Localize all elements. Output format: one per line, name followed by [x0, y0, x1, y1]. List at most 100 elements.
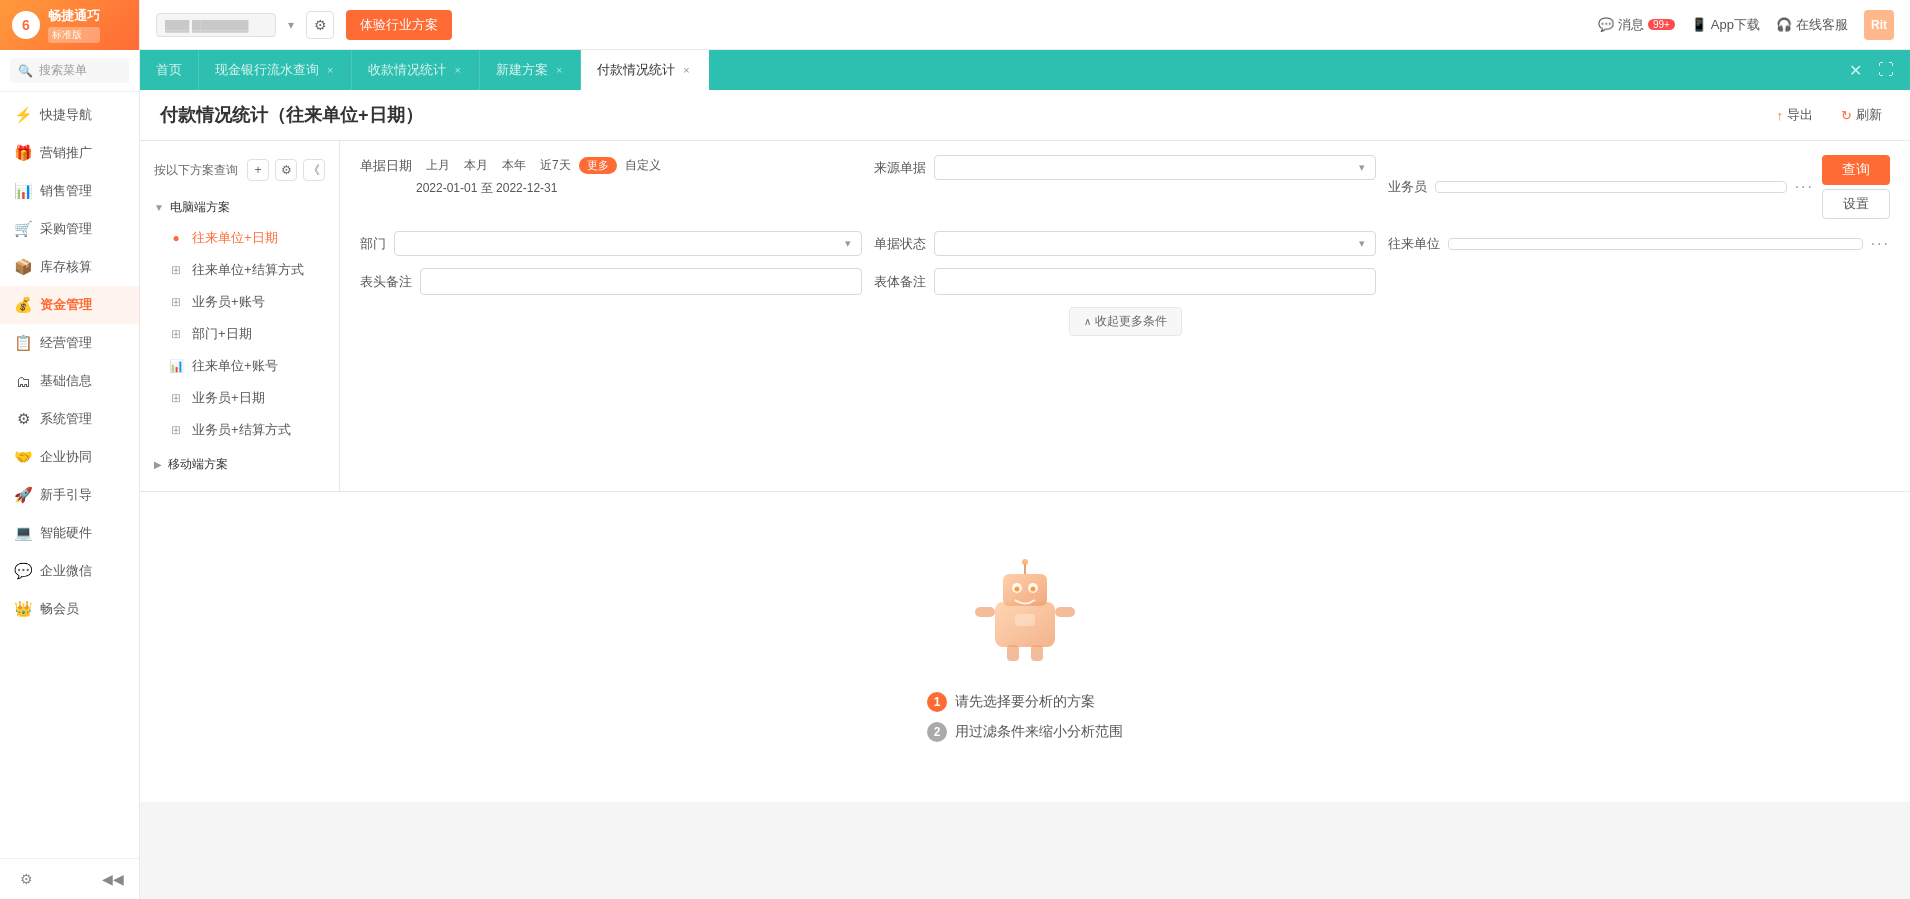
sidebar-item-sales[interactable]: 📊 销售管理 [0, 172, 139, 210]
sidebar-item-basic[interactable]: 🗂 基础信息 [0, 362, 139, 400]
sidebar-item-marketing[interactable]: 🎁 营销推广 [0, 134, 139, 172]
scheme-item-staff-settle[interactable]: ⊞ 业务员+结算方式 [140, 414, 339, 446]
sidebar-item-operation[interactable]: 📋 经营管理 [0, 324, 139, 362]
scheme-item-dept-date[interactable]: ⊞ 部门+日期 [140, 318, 339, 350]
empty-step-1: 1 请先选择要分析的方案 [927, 692, 1123, 712]
scheme-collapse-btn[interactable]: 《 [303, 159, 325, 181]
header-note-input[interactable] [420, 268, 862, 295]
sidebar-item-weixin[interactable]: 💬 企业微信 [0, 552, 139, 590]
query-btn[interactable]: 查询 [1822, 155, 1890, 185]
sidebar-item-guide[interactable]: 🚀 新手引导 [0, 476, 139, 514]
scheme-item-partner-settle[interactable]: ⊞ 往来单位+结算方式 [140, 254, 339, 286]
date-7days-btn[interactable]: 近7天 [534, 155, 577, 176]
desktop-scheme-title[interactable]: ▼ 电脑端方案 [140, 193, 339, 222]
dept-select[interactable]: ▾ [394, 231, 862, 256]
mobile-scheme-title[interactable]: ▶ 移动端方案 [140, 450, 339, 479]
export-btn[interactable]: ↑ 导出 [1769, 102, 1822, 128]
tab-home[interactable]: 首页 [140, 50, 199, 90]
export-label: 导出 [1787, 106, 1813, 124]
sidebar-item-quick-nav[interactable]: ⚡ 快捷导航 [0, 96, 139, 134]
sidebar-item-stock[interactable]: 📦 库存核算 [0, 248, 139, 286]
filter-settings-btn[interactable]: 设置 [1822, 189, 1890, 219]
settings-icon: ⚙ [281, 163, 292, 177]
add-scheme-btn[interactable]: + [247, 159, 269, 181]
header-settings-btn[interactable]: ⚙ [306, 11, 334, 39]
app-download-btn[interactable]: 📱 App下载 [1691, 16, 1760, 34]
sales-icon: 📊 [14, 182, 32, 200]
sidebar-search-area[interactable]: 🔍 搜索菜单 [0, 50, 139, 92]
tab-new-scheme[interactable]: 新建方案 × [480, 50, 581, 90]
tab-expand-btn[interactable]: ⛶ [1874, 57, 1898, 83]
tab-cash-flow-close[interactable]: × [325, 62, 335, 78]
online-service-btn[interactable]: 🎧 在线客服 [1776, 16, 1848, 34]
filter-row-2: 部门 ▾ 单据状态 ▾ [360, 231, 1890, 256]
sidebar-item-label: 销售管理 [40, 182, 92, 200]
date-more-btn[interactable]: 更多 [579, 157, 617, 174]
scheme-table-icon: ⊞ [168, 262, 184, 278]
docstatus-select[interactable]: ▾ [934, 231, 1376, 256]
mobile-scheme-label: 移动端方案 [168, 456, 228, 473]
sidebar-item-collab[interactable]: 🤝 企业协同 [0, 438, 139, 476]
staff-select[interactable] [1435, 181, 1787, 193]
body-note-label: 表体备注 [874, 273, 926, 291]
page-header: 付款情况统计（往来单位+日期） ↑ 导出 ↻ 刷新 [140, 90, 1910, 141]
scheme-item-staff-date[interactable]: ⊞ 业务员+日期 [140, 382, 339, 414]
sidebar-item-label: 快捷导航 [40, 106, 92, 124]
filter-sidebar-header-left: 按以下方案查询 [154, 162, 238, 179]
sidebar-item-hardware[interactable]: 💻 智能硬件 [0, 514, 139, 552]
sidebar-item-finance[interactable]: 💰 资金管理 [0, 286, 139, 324]
search-menu-btn[interactable]: 🔍 搜索菜单 [10, 58, 129, 83]
logo-badge: 标准版 [48, 27, 100, 43]
empty-step-2-text: 用过滤条件来缩小分析范围 [955, 723, 1123, 741]
tab-cash-flow[interactable]: 现金银行流水查询 × [199, 50, 352, 90]
user-avatar[interactable]: Rit [1864, 10, 1894, 40]
tab-receipt-stats[interactable]: 收款情况统计 × [352, 50, 479, 90]
system-icon: ⚙ [14, 410, 32, 428]
footer-collapse-btn[interactable]: ◀◀ [101, 867, 125, 891]
top-header: ▓▓▓ ▓▓▓▓▓▓▓ ▾ ⚙ 体验行业方案 💬 消息 99+ 📱 App下载 … [140, 0, 1910, 50]
partner-select[interactable] [1448, 238, 1863, 250]
search-menu-label: 搜索菜单 [39, 62, 87, 79]
date-this-month-btn[interactable]: 本月 [458, 155, 494, 176]
experience-btn[interactable]: 体验行业方案 [346, 10, 452, 40]
messages-btn[interactable]: 💬 消息 99+ [1598, 16, 1675, 34]
svg-rect-8 [975, 607, 995, 617]
tab-payment-stats-close[interactable]: × [681, 62, 691, 78]
header-dropdown-btn[interactable]: ▾ [288, 18, 294, 32]
sidebar-item-system[interactable]: ⚙ 系统管理 [0, 400, 139, 438]
tab-payment-stats-label: 付款情况统计 [597, 61, 675, 79]
page-title: 付款情况统计（往来单位+日期） [160, 103, 423, 127]
staff-dots-btn[interactable]: ··· [1795, 178, 1814, 196]
footer-settings-btn[interactable]: ⚙ [14, 867, 38, 891]
scheme-settings-btn[interactable]: ⚙ [275, 159, 297, 181]
source-select[interactable]: ▾ [934, 155, 1376, 180]
sidebar-item-member[interactable]: 👑 畅会员 [0, 590, 139, 628]
messages-badge: 99+ [1648, 19, 1675, 30]
date-last-month-btn[interactable]: 上月 [420, 155, 456, 176]
tab-close-btn[interactable]: ✕ [1845, 57, 1866, 84]
sidebar-item-purchase[interactable]: 🛒 采购管理 [0, 210, 139, 248]
scheme-item-partner-account[interactable]: 📊 往来单位+账号 [140, 350, 339, 382]
tab-payment-stats[interactable]: 付款情况统计 × [581, 50, 708, 90]
scheme-item-label: 往来单位+账号 [192, 357, 278, 375]
refresh-btn[interactable]: ↻ 刷新 [1833, 102, 1890, 128]
date-custom-btn[interactable]: 自定义 [619, 155, 667, 176]
scheme-item-partner-date[interactable]: ● 往来单位+日期 [140, 222, 339, 254]
sidebar-item-label: 新手引导 [40, 486, 92, 504]
body-note-input[interactable] [934, 268, 1376, 295]
date-range-display: 2022-01-01 至 2022-12-31 [416, 180, 862, 197]
sidebar-logo: 6 畅捷通巧 标准版 [0, 0, 139, 50]
date-this-year-btn[interactable]: 本年 [496, 155, 532, 176]
svg-point-7 [1022, 559, 1028, 565]
dept-label: 部门 [360, 235, 386, 253]
main-content: ▓▓▓ ▓▓▓▓▓▓▓ ▾ ⚙ 体验行业方案 💬 消息 99+ 📱 App下载 … [140, 0, 1910, 899]
app-icon: 📱 [1691, 17, 1707, 32]
tab-bar: 首页 现金银行流水查询 × 收款情况统计 × 新建方案 × 付款情况统计 × ✕… [140, 50, 1910, 90]
collapse-conditions-btn[interactable]: ∧ 收起更多条件 [1069, 307, 1182, 336]
scheme-item-staff-account[interactable]: ⊞ 业务员+账号 [140, 286, 339, 318]
tab-new-scheme-close[interactable]: × [554, 62, 564, 78]
purchase-icon: 🛒 [14, 220, 32, 238]
partner-dots-btn[interactable]: ··· [1871, 235, 1890, 253]
sidebar-item-label: 库存核算 [40, 258, 92, 276]
tab-receipt-stats-close[interactable]: × [452, 62, 462, 78]
